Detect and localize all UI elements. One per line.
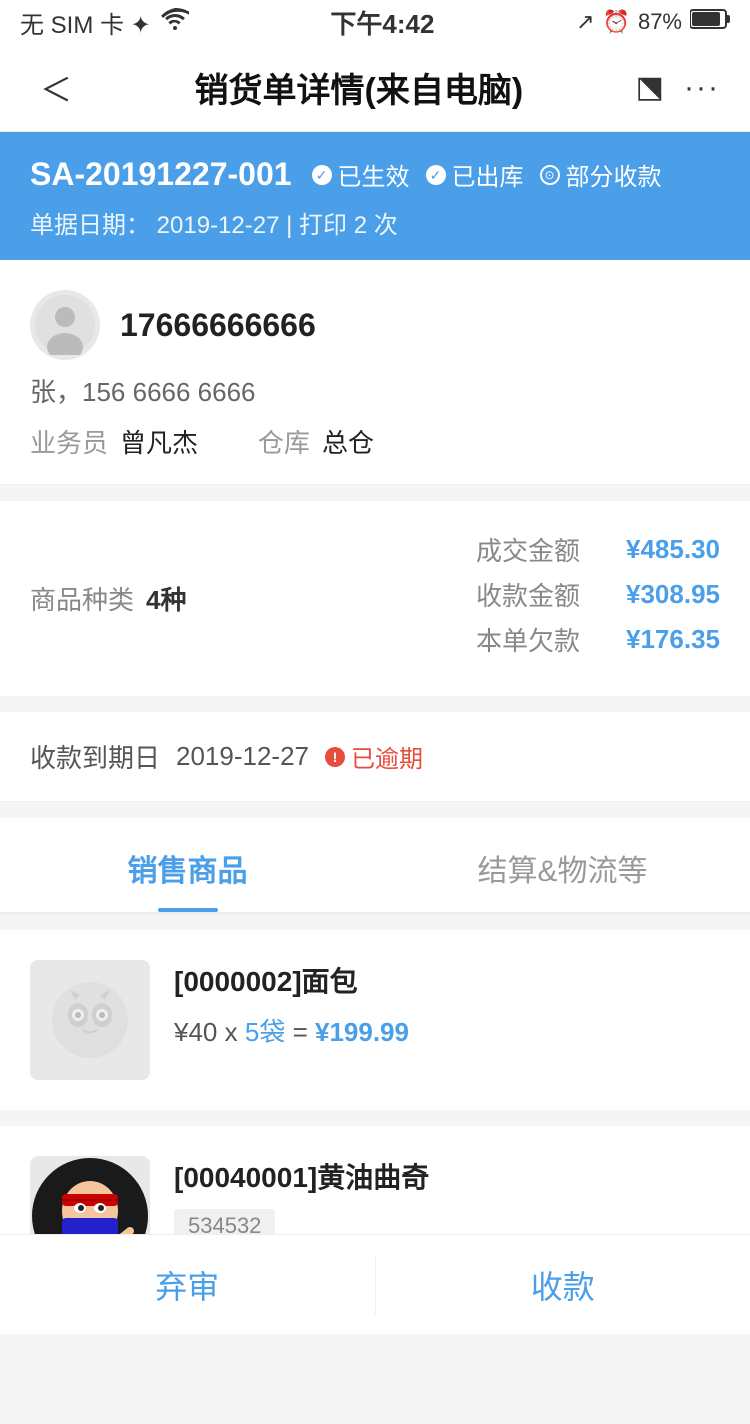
collected-label: 收款金额 <box>476 576 580 613</box>
amount-row: 成交金额 ¥485.30 <box>476 531 720 568</box>
status-shipped: ✓ 已出库 <box>426 157 524 192</box>
price-1: ¥40 <box>174 1017 217 1047</box>
abandon-button[interactable]: 弃审 <box>0 1235 375 1334</box>
warehouse-name: 总仓 <box>322 423 374 460</box>
avatar <box>30 290 100 360</box>
status-bar: 无 SIM 卡 ✦ 下午4:42 ↗ ⏰ 87% <box>0 0 750 44</box>
bottom-bar: 弃审 收款 <box>0 1234 750 1334</box>
overdue-text: 已逾期 <box>351 739 423 774</box>
check-icon-1: ✓ <box>312 165 332 185</box>
status-bar-time: 下午4:42 <box>330 4 434 41</box>
battery-icon <box>690 8 730 36</box>
nav-bar: ＜ 销货单详情(来自电脑) ⬔ ··· <box>0 44 750 132</box>
share-icon[interactable]: ⬔ <box>636 70 664 105</box>
tabs-section: 销售商品 结算&物流等 <box>0 818 750 914</box>
sales-name: 曾凡杰 <box>120 423 198 460</box>
order-number: SA-20191227-001 <box>30 156 292 193</box>
status-active: ✓ 已生效 <box>312 157 410 192</box>
tab-products[interactable]: 销售商品 <box>0 818 375 912</box>
status-bar-left: 无 SIM 卡 ✦ <box>20 5 189 40</box>
customer-name-phone: 张，156 6666 6666 <box>30 372 720 409</box>
amount-label: 成交金额 <box>476 531 580 568</box>
product-name-2: [00040001]黄油曲奇 <box>174 1156 720 1196</box>
overdue-dot-icon: ! <box>325 747 345 767</box>
customer-id: 17666666666 <box>120 307 316 344</box>
nav-right-icons: ⬔ ··· <box>636 70 720 105</box>
check-icon-2: ✓ <box>426 165 446 185</box>
back-button[interactable]: ＜ <box>30 55 82 121</box>
location-icon: ↗ <box>576 9 594 35</box>
product-name-1: [0000002]面包 <box>174 960 720 1000</box>
collected-value: ¥308.95 <box>610 579 720 610</box>
product-type-count: 商品种类 4种 <box>30 531 186 666</box>
type-label: 商品种类 <box>30 580 134 617</box>
alarm-icon: ⏰ <box>603 9 630 35</box>
order-header: SA-20191227-001 ✓ 已生效 ✓ 已出库 ⊙ 部分收款 单据日期：… <box>0 132 750 260</box>
customer-meta: 业务员 曾凡杰 仓库 总仓 <box>30 423 720 460</box>
warehouse-label: 仓库 <box>258 423 310 460</box>
status-partial: ⊙ 部分收款 <box>540 157 662 192</box>
qty-1: 5袋 <box>245 1017 285 1047</box>
type-count: 4种 <box>146 580 186 617</box>
battery-label: 87% <box>638 9 682 35</box>
debt-row: 本单欠款 ¥176.35 <box>476 621 720 658</box>
status-tags: ✓ 已生效 ✓ 已出库 ⊙ 部分收款 <box>312 157 662 192</box>
warehouse: 仓库 总仓 <box>258 423 374 460</box>
wifi-icon <box>161 8 189 37</box>
sales-person: 业务员 曾凡杰 <box>30 423 198 460</box>
collected-row: 收款金额 ¥308.95 <box>476 576 720 613</box>
more-icon[interactable]: ··· <box>684 71 720 105</box>
collect-button[interactable]: 收款 <box>376 1235 750 1334</box>
product-image-1 <box>30 960 150 1080</box>
debt-label: 本单欠款 <box>476 621 580 658</box>
product-price-row-1: ¥40 x 5袋 = ¥199.99 <box>174 1012 720 1049</box>
clock-icon: ⊙ <box>540 165 560 185</box>
due-date: 2019-12-27 <box>176 741 309 772</box>
customer-section: 17666666666 张，156 6666 6666 业务员 曾凡杰 仓库 总… <box>0 260 750 485</box>
product-info-1: [0000002]面包 ¥40 x 5袋 = ¥199.99 <box>174 960 720 1049</box>
status-bar-right: ↗ ⏰ 87% <box>576 8 730 36</box>
summary-section: 商品种类 4种 成交金额 ¥485.30 收款金额 ¥308.95 本单欠款 ¥… <box>0 501 750 696</box>
order-date: 单据日期： 2019-12-27 | 打印 2 次 <box>30 205 720 240</box>
list-item: [0000002]面包 ¥40 x 5袋 = ¥199.99 <box>0 930 750 1110</box>
overdue-badge: ! 已逾期 <box>325 739 423 774</box>
amount-summary: 成交金额 ¥485.30 收款金额 ¥308.95 本单欠款 ¥176.35 <box>476 531 720 666</box>
sales-label: 业务员 <box>30 423 108 460</box>
debt-value: ¥176.35 <box>610 624 720 655</box>
customer-row: 17666666666 <box>30 290 720 360</box>
no-sim-label: 无 SIM 卡 ✦ <box>20 5 151 40</box>
page-title: 销货单详情(来自电脑) <box>195 63 524 112</box>
amount-value: ¥485.30 <box>610 534 720 565</box>
due-date-section: 收款到期日 2019-12-27 ! 已逾期 <box>0 712 750 802</box>
tab-settlement[interactable]: 结算&物流等 <box>375 818 750 912</box>
total-1: ¥199.99 <box>315 1017 409 1047</box>
due-label: 收款到期日 <box>30 738 160 775</box>
